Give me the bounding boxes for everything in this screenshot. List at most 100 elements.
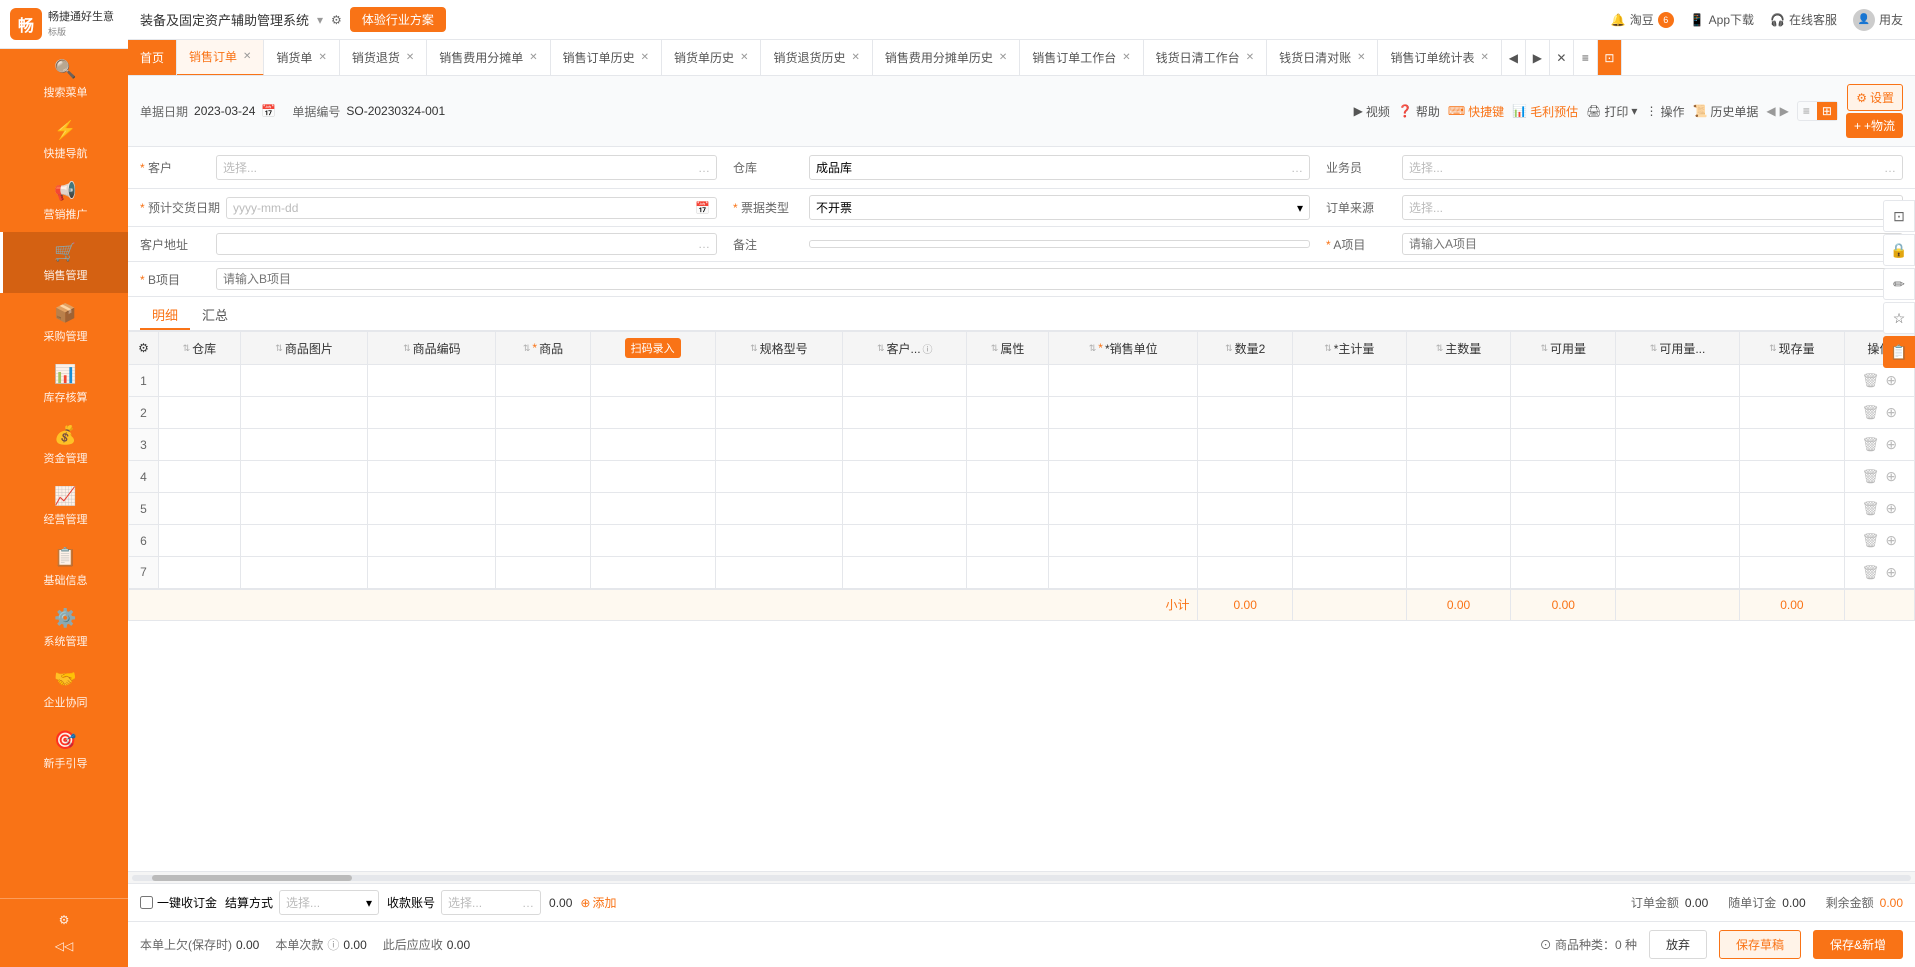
- tab-sales-invoice[interactable]: 销货单 ✕: [264, 40, 339, 76]
- row6-warehouse[interactable]: [159, 525, 241, 557]
- row2-spec[interactable]: [715, 397, 843, 429]
- row3-spec[interactable]: [715, 429, 843, 461]
- row5-delete-icon[interactable]: 🗑: [1862, 500, 1880, 517]
- row4-unit[interactable]: [1048, 461, 1198, 493]
- row2-attr[interactable]: [967, 397, 1049, 429]
- row4-attr[interactable]: [967, 461, 1049, 493]
- row6-code[interactable]: [368, 525, 496, 557]
- tab-home[interactable]: 首页: [128, 40, 177, 76]
- row1-goods[interactable]: [496, 365, 591, 397]
- row2-main-qty[interactable]: [1406, 397, 1511, 429]
- row3-unit[interactable]: [1048, 429, 1198, 461]
- row4-copy-icon[interactable]: ⊕: [1885, 468, 1897, 485]
- row1-attr[interactable]: [967, 365, 1049, 397]
- row6-attr[interactable]: [967, 525, 1049, 557]
- staff-select[interactable]: 选择... …: [1402, 155, 1903, 180]
- row2-available2[interactable]: [1616, 397, 1740, 429]
- sidebar-item-quick-nav[interactable]: ⚡ 快捷导航: [0, 110, 128, 171]
- row2-current[interactable]: [1740, 397, 1845, 429]
- row1-spec[interactable]: [715, 365, 843, 397]
- horizontal-scrollbar[interactable]: [128, 871, 1915, 883]
- row7-warehouse[interactable]: [159, 557, 241, 589]
- sidebar-item-inventory[interactable]: 📊 库存核算: [0, 354, 128, 415]
- row1-code[interactable]: [368, 365, 496, 397]
- row4-spec[interactable]: [715, 461, 843, 493]
- row7-code[interactable]: [368, 557, 496, 589]
- sidebar-item-sales[interactable]: 🛒 销售管理: [0, 232, 128, 293]
- row4-scan[interactable]: [590, 461, 715, 493]
- row4-customer-code[interactable]: [843, 461, 967, 493]
- tab-close-all[interactable]: ✕: [1550, 40, 1574, 76]
- grid-view-icon[interactable]: ⊞: [1817, 102, 1837, 120]
- row5-scan[interactable]: [590, 493, 715, 525]
- tab-return-history-close[interactable]: ✕: [851, 52, 859, 63]
- row3-qty2[interactable]: [1198, 429, 1293, 461]
- row2-customer-code[interactable]: [843, 397, 967, 429]
- add-goods-btn[interactable]: + +物流: [1846, 113, 1903, 138]
- tab-daily-clear-close[interactable]: ✕: [1246, 52, 1254, 63]
- add-button[interactable]: ⊕ 添加: [580, 894, 616, 911]
- settings-icon[interactable]: ⚙: [331, 13, 342, 27]
- row7-scan[interactable]: [590, 557, 715, 589]
- row3-customer-code[interactable]: [843, 429, 967, 461]
- profit-action[interactable]: 📊 毛利预估: [1512, 103, 1578, 120]
- view-action[interactable]: ▶ 视频: [1354, 103, 1390, 120]
- help-action[interactable]: ❓ 帮助: [1398, 103, 1440, 120]
- row1-available2[interactable]: [1616, 365, 1740, 397]
- row7-qty2[interactable]: [1198, 557, 1293, 589]
- tab-reconcile[interactable]: 钱货日清对账 ✕: [1267, 40, 1378, 76]
- order-source-select[interactable]: 选择... …: [1402, 195, 1903, 220]
- row7-delete-icon[interactable]: 🗑: [1862, 564, 1880, 581]
- row4-goods[interactable]: [496, 461, 591, 493]
- row3-scan[interactable]: [590, 429, 715, 461]
- row5-copy-icon[interactable]: ⊕: [1885, 500, 1897, 517]
- warehouse-select[interactable]: 成品库 …: [809, 155, 1310, 180]
- row6-delete-icon[interactable]: 🗑: [1862, 532, 1880, 549]
- tab-daily-clear[interactable]: 钱货日清工作台 ✕: [1144, 40, 1267, 76]
- row3-main-qty[interactable]: [1406, 429, 1511, 461]
- tab-sales-expense[interactable]: 销售费用分摊单 ✕: [427, 40, 550, 76]
- row5-customer-code[interactable]: [843, 493, 967, 525]
- row6-unit[interactable]: [1048, 525, 1198, 557]
- row6-image[interactable]: [240, 525, 368, 557]
- row3-available[interactable]: [1511, 429, 1616, 461]
- tab-menu[interactable]: ≡: [1574, 40, 1598, 76]
- notification-item[interactable]: 🔔 淘豆 6: [1611, 11, 1674, 28]
- row7-current[interactable]: [1740, 557, 1845, 589]
- row2-image[interactable]: [240, 397, 368, 429]
- row2-warehouse[interactable]: [159, 397, 241, 429]
- row6-spec[interactable]: [715, 525, 843, 557]
- tab-invoice-history[interactable]: 销货单历史 ✕: [662, 40, 761, 76]
- list-view-icon[interactable]: ≡: [1798, 102, 1815, 120]
- tab-sales-return-close[interactable]: ✕: [406, 52, 414, 63]
- sidebar-collapse-item[interactable]: ◁◁: [0, 933, 128, 959]
- row4-image[interactable]: [240, 461, 368, 493]
- settings-btn[interactable]: ⚙ 设置: [1847, 84, 1903, 111]
- tab-workbench[interactable]: 销售订单工作台 ✕: [1020, 40, 1143, 76]
- tab-expense-history-close[interactable]: ✕: [999, 52, 1007, 63]
- one-click-checkbox[interactable]: [140, 896, 153, 909]
- row4-available2[interactable]: [1616, 461, 1740, 493]
- sidebar-item-marketing[interactable]: 📢 营销推广: [0, 171, 128, 232]
- row2-available[interactable]: [1511, 397, 1616, 429]
- settlement-select[interactable]: 选择... ▾: [279, 890, 379, 915]
- row3-code[interactable]: [368, 429, 496, 461]
- tab-return-history[interactable]: 销货退货历史 ✕: [761, 40, 872, 76]
- one-click-payment-checkbox[interactable]: 一键收订金: [140, 894, 217, 911]
- detail-tab-huizong[interactable]: 汇总: [190, 301, 240, 330]
- scan-btn[interactable]: 扫码录入: [625, 338, 681, 358]
- calendar-icon[interactable]: 📅: [261, 104, 276, 118]
- row4-warehouse[interactable]: [159, 461, 241, 493]
- discard-btn[interactable]: 放弃: [1649, 930, 1707, 959]
- operate-action[interactable]: ⋮ 操作: [1645, 103, 1684, 120]
- row4-qty2[interactable]: [1198, 461, 1293, 493]
- tab-expense-history[interactable]: 销售费用分摊单历史 ✕: [873, 40, 1020, 76]
- row5-qty2[interactable]: [1198, 493, 1293, 525]
- tab-statistics[interactable]: 销售订单统计表 ✕: [1378, 40, 1501, 76]
- shortcut-action[interactable]: ⌨ 快捷键: [1448, 103, 1504, 120]
- tab-statistics-close[interactable]: ✕: [1481, 52, 1489, 63]
- user-item[interactable]: 👤 用友: [1853, 9, 1903, 31]
- float-item-5[interactable]: 📋: [1883, 336, 1915, 368]
- detail-tab-mingxi[interactable]: 明细: [140, 301, 190, 330]
- row2-scan[interactable]: [590, 397, 715, 429]
